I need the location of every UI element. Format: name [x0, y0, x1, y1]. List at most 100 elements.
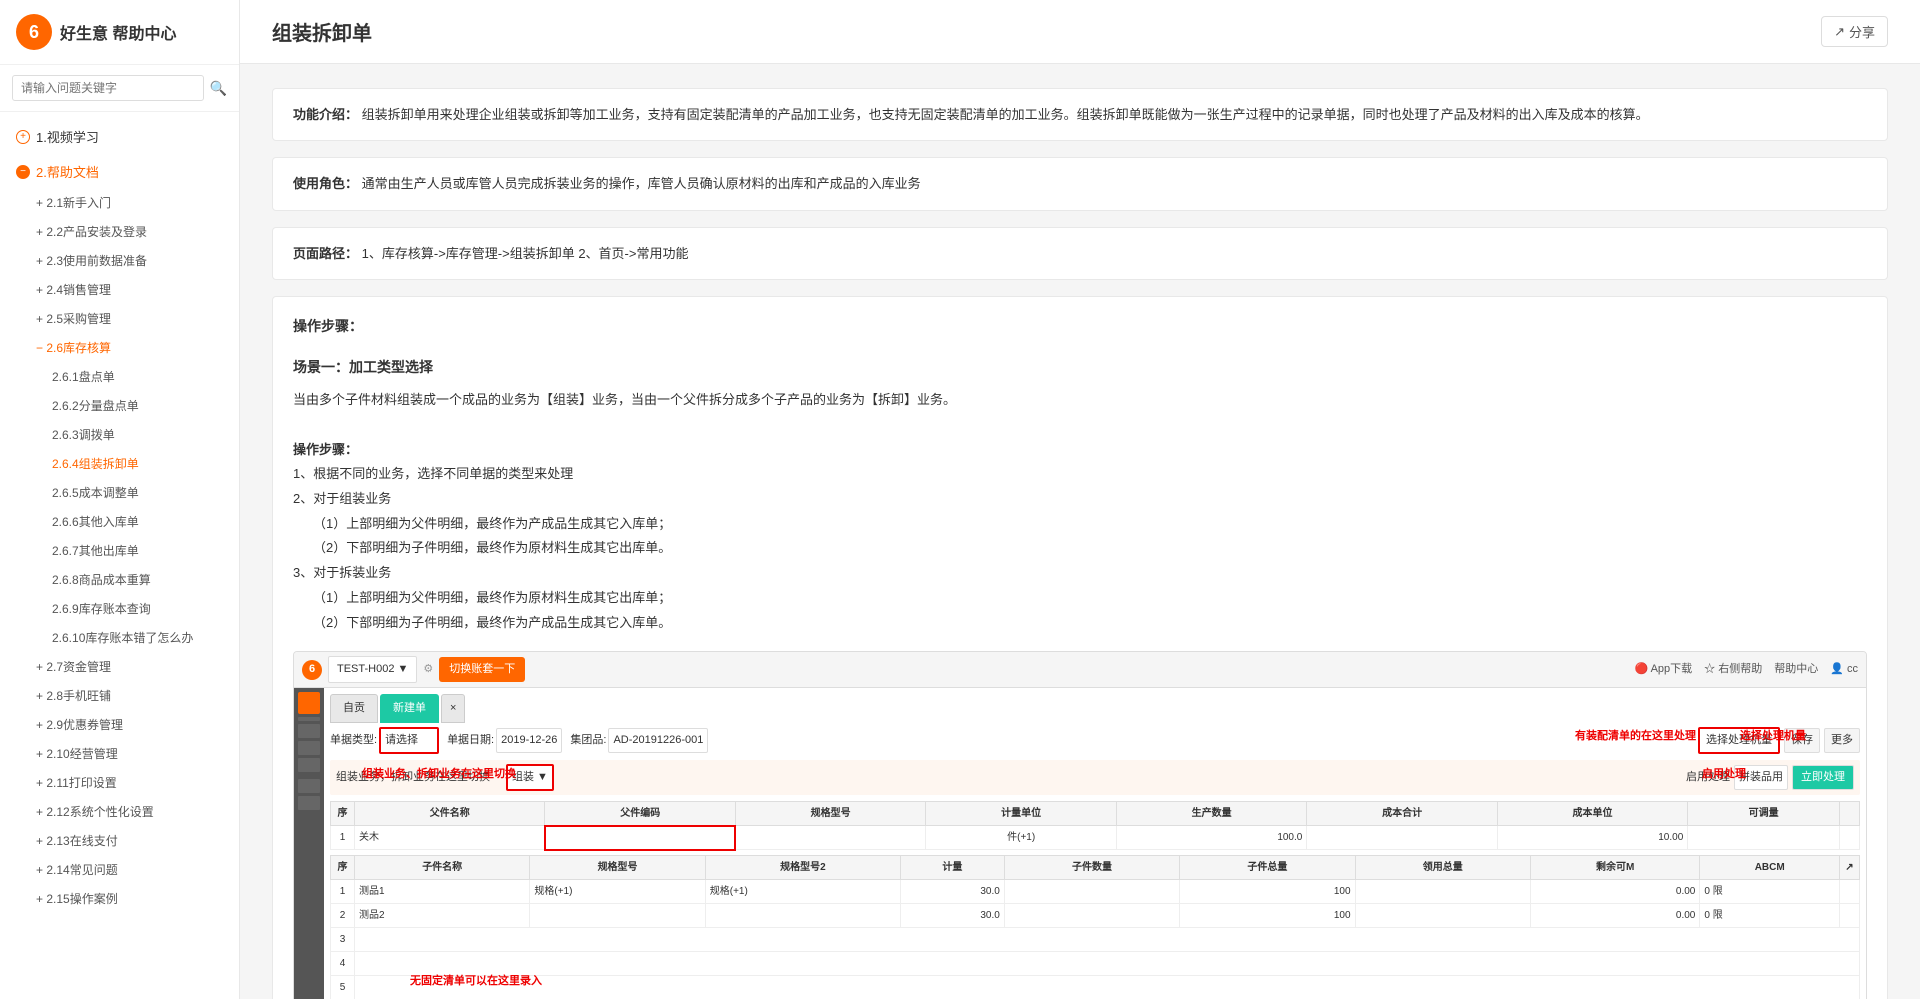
sidebar-item-transfer[interactable]: 2.6.3调拨单	[0, 420, 239, 449]
sidebar-item-otherout[interactable]: 2.6.7其他出库单	[0, 536, 239, 565]
th-available: 可调量	[1688, 801, 1840, 826]
sidebar-item-coupon[interactable]: + 2.9优惠券管理	[0, 710, 239, 739]
scenario1-title-text: 场景一：加工类型选择	[293, 359, 433, 375]
td-row1-cost-unit: 10.00	[1497, 826, 1687, 850]
share-icon: ↗	[1834, 24, 1845, 40]
app-nav-item-2[interactable]	[298, 741, 320, 755]
sidebar-item-finance[interactable]: + 2.7资金管理	[0, 652, 239, 681]
page-title: 组装拆卸单	[272, 17, 372, 46]
sidebar-item-costadj[interactable]: 2.6.5成本调整单	[0, 478, 239, 507]
sidebar-item-newbie[interactable]: + 2.1新手入门	[0, 188, 239, 217]
step2: 2、对于组装业务	[293, 487, 1867, 512]
td-c5-empty	[355, 975, 1860, 999]
step3: 3、对于拆装业务	[293, 561, 1867, 586]
app-field-type-input[interactable]: 请选择	[379, 727, 439, 754]
td-row1-qty: 100.0	[1116, 826, 1306, 850]
td-c2-seq: 2	[331, 903, 355, 927]
app-field-code-label: 集团品:	[570, 730, 606, 751]
scenario1-desc1: 当由多个子件材料组装成一个成品的业务为【组装】业务，当由一个父件拆分成多个子产品…	[293, 388, 1867, 413]
app-sub-label1: 组装业务，拆卸业务在这里切换	[336, 767, 490, 788]
sidebar-item-system[interactable]: + 2.12系统个性化设置	[0, 797, 239, 826]
app-field-date-input[interactable]: 2019-12-26	[496, 728, 562, 753]
sidebar-item-inventory[interactable]: − 2.6库存核算	[0, 333, 239, 362]
td-c2-spec2	[705, 903, 900, 927]
app-apply-btn[interactable]: 立即处理	[1792, 765, 1854, 790]
th-qty: 生产数量	[1116, 801, 1306, 826]
steps-sub-title: 操作步骤：	[293, 438, 1867, 463]
sidebar-item-newbie-label: + 2.1新手入门	[36, 196, 111, 210]
search-input[interactable]	[12, 75, 204, 101]
sidebar-item-ops[interactable]: + 2.10经营管理	[0, 739, 239, 768]
app-body: 自贡 新建单 × 单据类型: 请选择 单据日期:	[294, 688, 1866, 999]
th-c-ops: ↗	[1840, 855, 1860, 879]
app-top-icons: 🔴 App下载 ☆ 右侧帮助 帮助中心 👤 cc	[1634, 659, 1858, 680]
role-intro-box: 使用角色： 通常由生产人员或库管人员完成拆装业务的操作，库管人员确认原材料的出库…	[272, 157, 1888, 210]
app-field-code: 集团品: AD-20191226-001	[570, 728, 708, 753]
function-intro-label: 功能介绍：	[293, 107, 358, 122]
app-nav-item-5[interactable]	[298, 796, 320, 810]
sidebar-item-dataprep[interactable]: + 2.3使用前数据准备	[0, 246, 239, 275]
th-cost-total: 成本合计	[1307, 801, 1497, 826]
sidebar-item-faq[interactable]: + 2.14常见问题	[0, 855, 239, 884]
sidebar-item-accounterr[interactable]: 2.6.10库存账本错了怎么办	[0, 623, 239, 652]
sidebar-item-payment[interactable]: + 2.13在线支付	[0, 826, 239, 855]
sidebar-item-print[interactable]: + 2.11打印设置	[0, 768, 239, 797]
app-field-date: 单据日期: 2019-12-26	[447, 728, 562, 753]
search-button[interactable]: 🔍	[210, 80, 227, 97]
sidebar-item-docs[interactable]: − 2.帮助文档	[0, 155, 239, 188]
sidebar-item-stockquery[interactable]: 2.6.9库存账本查询	[0, 594, 239, 623]
sidebar-item-otherin[interactable]: 2.6.6其他入库单	[0, 507, 239, 536]
app-process-btn[interactable]: 选择处理机量	[1698, 727, 1780, 754]
th-c-seq: 序	[331, 855, 355, 879]
minus-icon: −	[16, 165, 30, 179]
sidebar-item-sales[interactable]: + 2.4销售管理	[0, 275, 239, 304]
app-company-select[interactable]: TEST-H002 ▼	[328, 656, 417, 683]
app-nav-item-3[interactable]	[298, 758, 320, 772]
th-c-spec1: 规格型号	[530, 855, 705, 879]
sidebar-item-install[interactable]: + 2.2产品安装及登录	[0, 217, 239, 246]
td-c4-empty	[355, 951, 1860, 975]
sidebar-item-partial[interactable]: 2.6.2分量盘点单	[0, 391, 239, 420]
app-settings-icon: ⚙	[423, 659, 433, 680]
app-form-row: 单据类型: 请选择 单据日期: 2019-12-26 集团品: AD-20191…	[330, 727, 1860, 754]
app-field-code-input[interactable]: AD-20191226-001	[608, 728, 708, 753]
app-tab-close[interactable]: ×	[441, 694, 465, 723]
sidebar-item-purchase[interactable]: + 2.5采购管理	[0, 304, 239, 333]
td-c4-seq: 4	[331, 951, 355, 975]
app-nav-item-active[interactable]	[298, 692, 320, 714]
app-enable-input[interactable]: 拼装品用	[1734, 765, 1788, 790]
share-button[interactable]: ↗ 分享	[1821, 16, 1888, 47]
app-switch-btn[interactable]: 切换账套一下	[439, 657, 525, 682]
app-icon-apps: 🔴 App下载	[1634, 659, 1692, 680]
td-c2-remain: 0.00	[1530, 903, 1699, 927]
sidebar-item-video[interactable]: + 1.视频学习	[0, 120, 239, 153]
app-nav-item-4[interactable]	[298, 779, 320, 793]
app-tabs: 自贡 新建单 ×	[330, 694, 1860, 723]
td-c2-action	[1840, 903, 1860, 927]
app-nav-item-1[interactable]	[298, 724, 320, 738]
sidebar-item-mobile[interactable]: + 2.8手机旺铺	[0, 681, 239, 710]
main-content: 功能介绍： 组装拆卸单用来处理企业组装或拆卸等加工业务，支持有固定装配清单的产品…	[240, 64, 1920, 999]
app-tab-home[interactable]: 自贡	[330, 694, 378, 723]
td-c5-seq: 5	[331, 975, 355, 999]
app-assembly-select[interactable]: 组装 ▼	[506, 764, 554, 791]
td-c3-seq: 3	[331, 927, 355, 951]
sidebar-item-cases[interactable]: + 2.15操作案例	[0, 884, 239, 913]
app-action-btns: 选择处理机量 保存 更多	[1698, 727, 1860, 754]
td-c1-unit: 30.0	[901, 879, 1005, 903]
app-enable-area: 启用处理 拼装品用 立即处理	[1686, 765, 1854, 790]
app-more-btn[interactable]: 更多	[1824, 728, 1860, 753]
app-tab-new[interactable]: 新建单	[380, 694, 439, 723]
td-row1-code[interactable]	[545, 826, 735, 850]
steps-section: 操作步骤： 场景一：加工类型选择 当由多个子件材料组装成一个成品的业务为【组装】…	[272, 296, 1888, 999]
sidebar-item-assembly[interactable]: 2.6.4组装拆卸单	[0, 449, 239, 478]
sidebar-item-costrecalc[interactable]: 2.6.8商品成本重算	[0, 565, 239, 594]
sidebar-item-stocktake[interactable]: 2.6.1盘点单	[0, 362, 239, 391]
th-seq: 序	[331, 801, 355, 826]
logo-area: 6 好生意 帮助中心	[0, 0, 239, 65]
td-row1-unit: 件(+1)	[926, 826, 1116, 850]
td-c2-spec1	[530, 903, 705, 927]
app-save-btn[interactable]: 保存	[1784, 728, 1820, 753]
td-c1-spec2: 规格(+1)	[705, 879, 900, 903]
td-c1-remain: 0.00	[1530, 879, 1699, 903]
